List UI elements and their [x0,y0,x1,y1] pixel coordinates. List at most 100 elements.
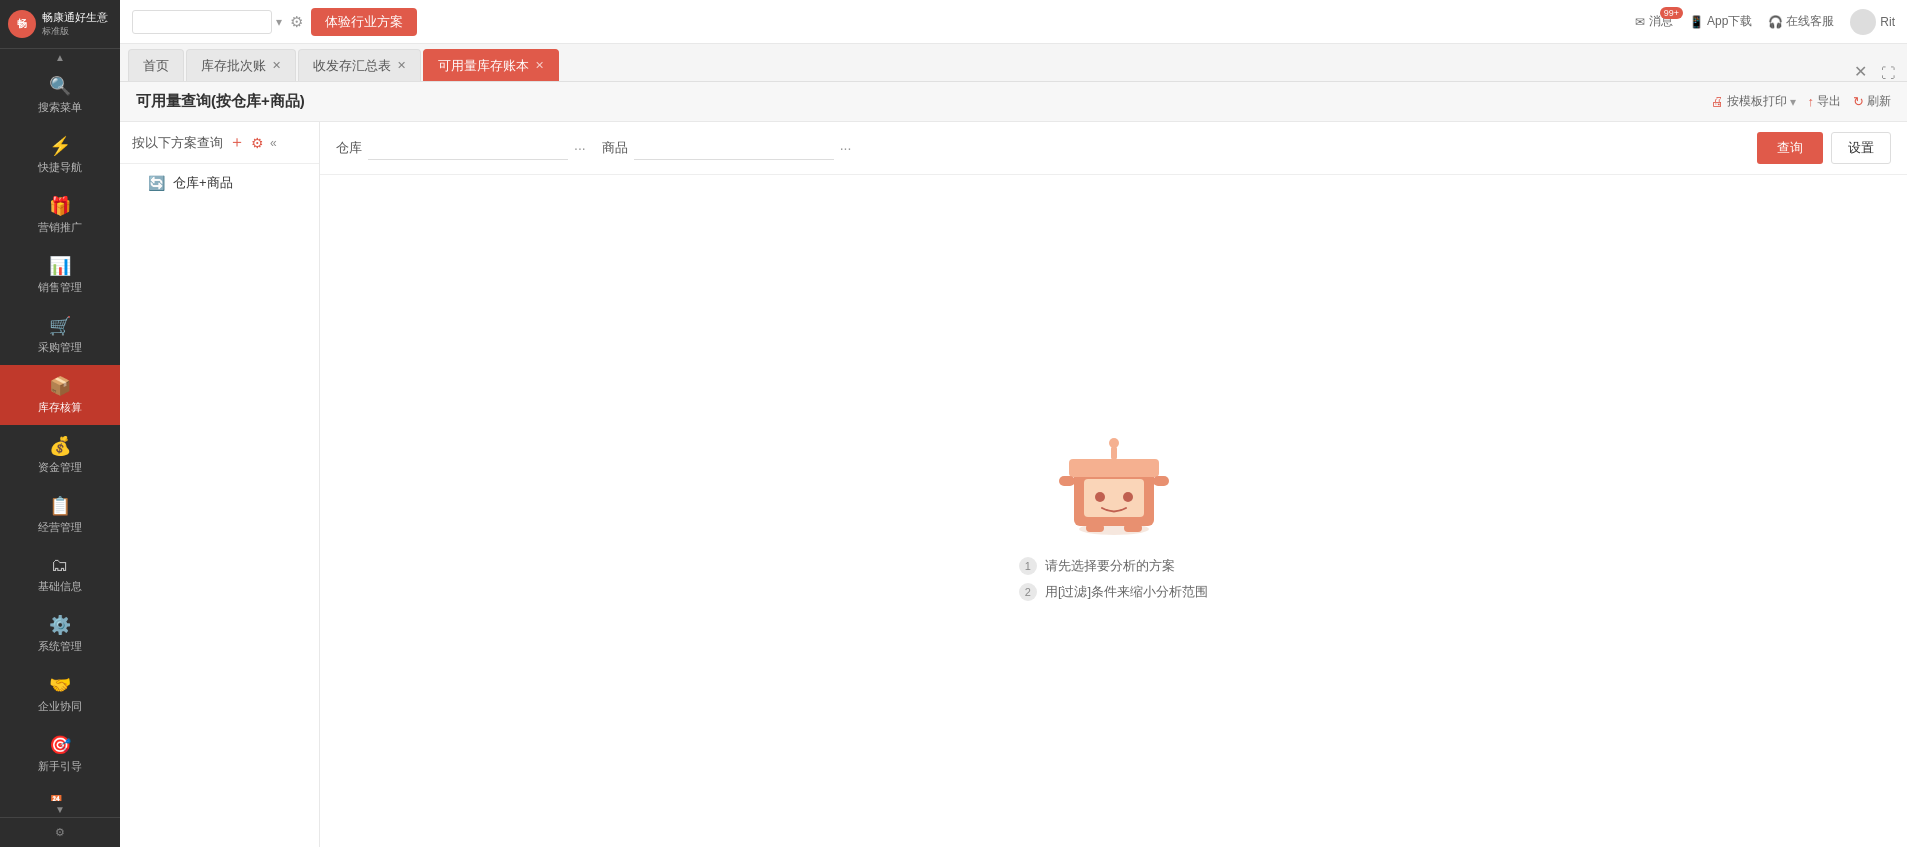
svg-rect-10 [1086,524,1104,532]
sidebar-item-basic[interactable]: 🗂 基础信息 [0,545,120,604]
sidebar-item-inventory[interactable]: 📦 库存核算 [0,365,120,425]
sidebar-item-newbie[interactable]: 🎯 新手引导 [0,724,120,784]
warehouse-more-btn[interactable]: ··· [574,140,586,156]
product-label: 商品 [602,139,628,157]
gear-icon[interactable]: ⚙ [290,13,303,31]
dropdown-arrow-icon[interactable]: ▾ [276,15,282,29]
sidebar-item-search[interactable]: 🔍 搜索菜单 [0,65,120,125]
sales-label: 销售管理 [38,280,82,295]
sidebar-item-system[interactable]: ⚙️ 系统管理 [0,604,120,664]
scheme-icon: 🔄 [148,175,165,191]
tabbar: 首页 库存批次账 ✕ 收发存汇总表 ✕ 可用量库存账本 ✕ ✕ ⛶ [120,44,1907,82]
tab-home-label: 首页 [143,57,169,75]
user-menu-btn[interactable]: Rit [1850,9,1895,35]
warehouse-input[interactable] [368,136,568,160]
basic-icon: 🗂 [51,555,69,576]
export-btn[interactable]: ↑ 导出 [1808,93,1842,110]
hint-2-text: 用[过滤]条件来缩小分析范围 [1045,583,1208,601]
tab-available-qty-close[interactable]: ✕ [535,59,544,72]
message-badge: 99+ [1660,7,1683,19]
refresh-icon: ↻ [1853,94,1864,109]
sidebar-header: 畅 畅康通好生意 标准版 [0,0,120,49]
sidebar-item-sales[interactable]: 📊 销售管理 [0,245,120,305]
app-download-btn[interactable]: 📱 App下载 [1689,13,1752,30]
sidebar-footer[interactable]: ⚙ [0,817,120,847]
print-icon: 🖨 [1711,94,1724,109]
topbar-right: ✉ 消息 99+ 📱 App下载 🎧 在线客服 Rit [1635,9,1895,35]
sales-icon: 📊 [49,255,71,277]
empty-state: 1 请先选择要分析的方案 2 用[过滤]条件来缩小分析范围 [320,175,1907,847]
search-input[interactable] [132,10,272,34]
tab-summary[interactable]: 收发存汇总表 ✕ [298,49,421,81]
tab-available-qty-label: 可用量库存账本 [438,57,529,75]
sidebar-item-enterprise[interactable]: 🤝 企业协同 [0,664,120,724]
app-logo: 畅 [8,10,36,38]
finance-label: 资金管理 [38,460,82,475]
svg-rect-9 [1153,476,1169,486]
tab-home[interactable]: 首页 [128,49,184,81]
appstore-icon: 🏪 [49,794,71,801]
system-label: 系统管理 [38,639,82,654]
hint-1-num: 1 [1019,557,1037,575]
print-dropdown-icon[interactable]: ▾ [1790,95,1796,109]
svg-point-7 [1109,438,1119,448]
search-label: 搜索菜单 [38,100,82,115]
shortcut-icon: ⚡ [49,135,71,157]
refresh-btn[interactable]: ↻ 刷新 [1853,93,1891,110]
sidebar-item-marketing_promo[interactable]: 🎁 营销推广 [0,185,120,245]
filter-panel-title: 按以下方案查询 [132,134,223,152]
scheme-settings-btn[interactable]: ⚙ [251,135,264,151]
message-btn[interactable]: ✉ 消息 99+ [1635,13,1673,30]
tab-inventory-batch[interactable]: 库存批次账 ✕ [186,49,296,81]
newbie-label: 新手引导 [38,759,82,774]
product-input[interactable] [634,136,834,160]
inventory-label: 库存核算 [38,400,82,415]
sidebar-item-appstore[interactable]: 🏪 应用中心 [0,784,120,801]
avatar [1850,9,1876,35]
scheme-item-warehouse-product[interactable]: 🔄 仓库+商品 [120,164,319,202]
sidebar-scroll-down[interactable]: ▼ [0,801,120,817]
purchase-icon: 🛒 [49,315,71,337]
sidebar: 畅 畅康通好生意 标准版 ▲ 🔍 搜索菜单 ⚡ 快捷导航 🎁 营销推广 📊 销售… [0,0,120,847]
sidebar-item-finance[interactable]: 💰 资金管理 [0,425,120,485]
filter-row: 仓库 ··· 商品 ··· 查询 设置 [320,122,1907,175]
enterprise-icon: 🤝 [49,674,71,696]
svg-rect-6 [1111,446,1117,460]
topbar-search: ▾ [132,10,282,34]
ops-label: 经营管理 [38,520,82,535]
tab-available-qty[interactable]: 可用量库存账本 ✕ [423,49,559,81]
main-area: ▾ ⚙ 体验行业方案 ✉ 消息 99+ 📱 App下载 🎧 在线客服 Rit [120,0,1907,847]
print-btn[interactable]: 🖨 按模板打印 ▾ [1711,93,1796,110]
online-service-btn[interactable]: 🎧 在线客服 [1768,13,1834,30]
svg-rect-2 [1069,459,1159,477]
filter-panel-header: 按以下方案查询 ＋ ⚙ « [120,122,319,164]
collapse-btn[interactable]: « [270,136,277,150]
trial-btn[interactable]: 体验行业方案 [311,8,417,36]
sidebar-scroll-up[interactable]: ▲ [0,49,120,65]
hint-1-text: 请先选择要分析的方案 [1045,557,1175,575]
add-scheme-btn[interactable]: ＋ [229,132,245,153]
service-icon: 🎧 [1768,15,1783,29]
product-more-btn[interactable]: ··· [840,140,852,156]
expand-btn[interactable]: ⛶ [1877,65,1899,81]
settings-button[interactable]: 设置 [1831,132,1891,164]
tab-inventory-batch-close[interactable]: ✕ [272,59,281,72]
close-all-btn[interactable]: ✕ [1846,62,1875,81]
marketing_promo-label: 营销推广 [38,220,82,235]
finance-icon: 💰 [49,435,71,457]
tab-inventory-batch-label: 库存批次账 [201,57,266,75]
empty-illustration [1054,421,1174,541]
filter-actions: 查询 设置 [1757,132,1891,164]
sidebar-item-ops[interactable]: 📋 经营管理 [0,485,120,545]
tab-summary-close[interactable]: ✕ [397,59,406,72]
sidebar-item-shortcut[interactable]: ⚡ 快捷导航 [0,125,120,185]
inventory-icon: 📦 [49,375,71,397]
sidebar-nav: 🔍 搜索菜单 ⚡ 快捷导航 🎁 营销推广 📊 销售管理 🛒 采购管理 📦 库存核… [0,65,120,801]
export-icon: ↑ [1808,94,1815,109]
warehouse-filter: 仓库 ··· [336,136,586,160]
query-button[interactable]: 查询 [1757,132,1823,164]
sidebar-item-purchase[interactable]: 🛒 采购管理 [0,305,120,365]
svg-point-5 [1123,492,1133,502]
empty-hints: 1 请先选择要分析的方案 2 用[过滤]条件来缩小分析范围 [1019,557,1208,601]
message-icon: ✉ [1635,15,1645,29]
